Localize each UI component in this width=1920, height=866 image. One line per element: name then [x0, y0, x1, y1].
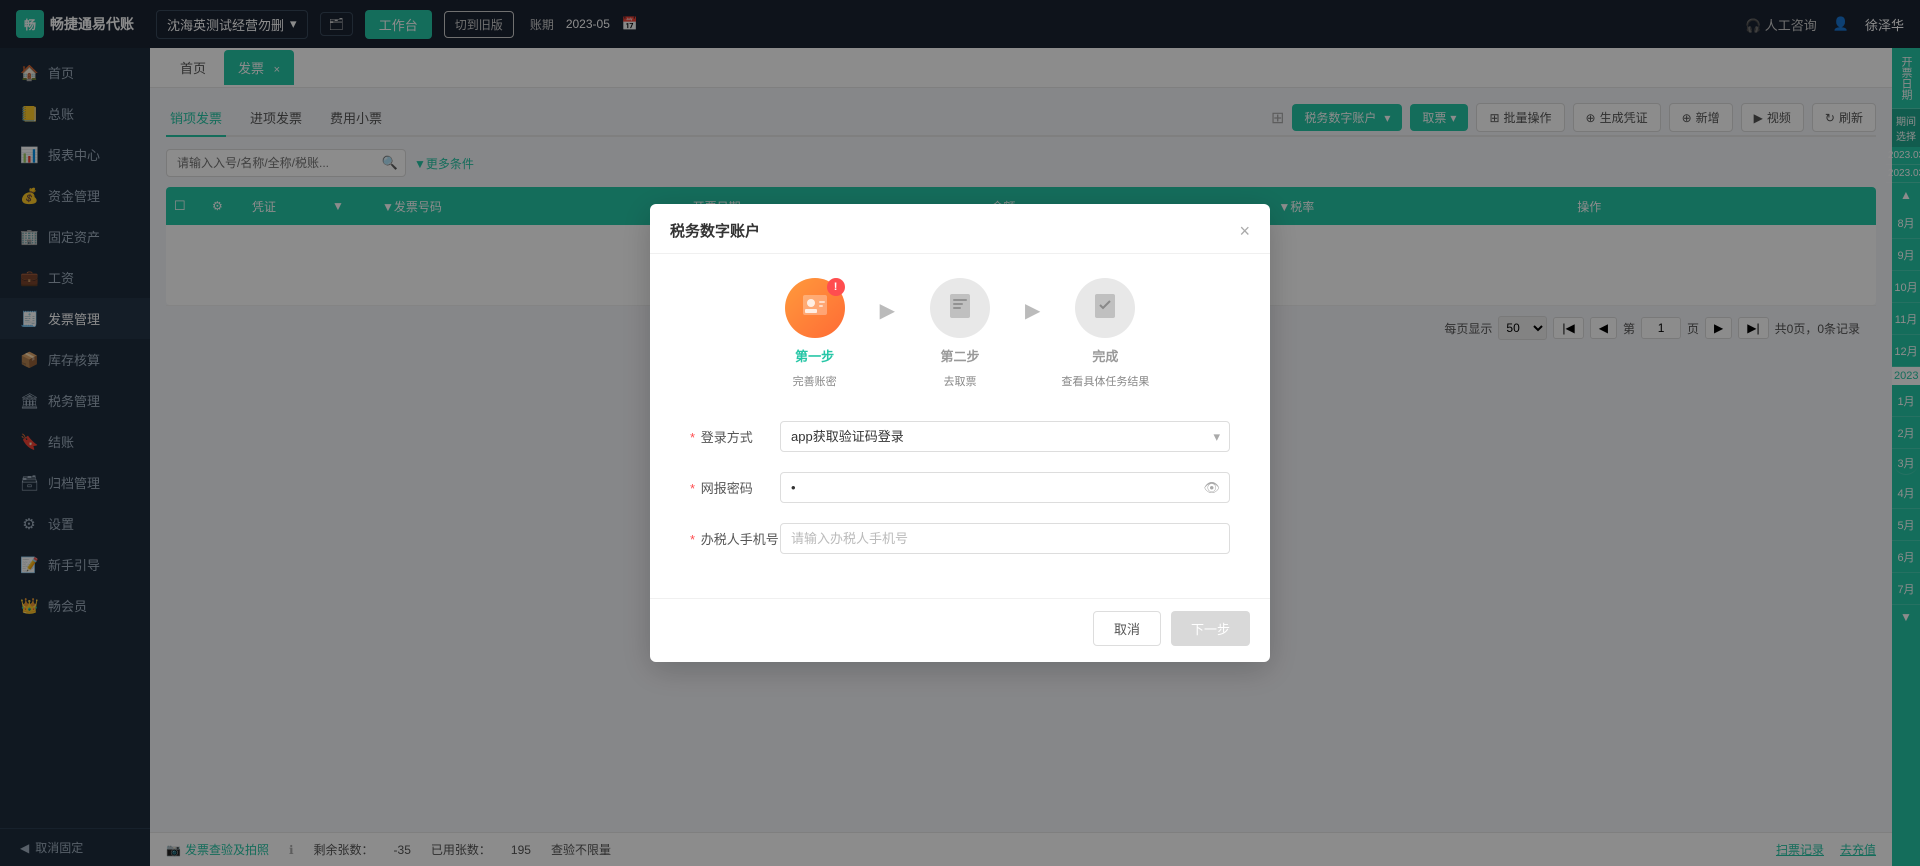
- login-method-label: * 登录方式: [690, 427, 780, 446]
- phone-control: [780, 523, 1230, 554]
- step-2-icon-wrap: [930, 278, 990, 338]
- phone-input[interactable]: [780, 523, 1230, 554]
- phone-required-star: *: [690, 532, 695, 547]
- modal-overlay: 税务数字账户 ×: [0, 0, 1920, 866]
- step-2-desc: 去取票: [944, 373, 977, 389]
- steps-row: ! 第一步 完善账密 ▶: [690, 278, 1230, 389]
- step-2-label: 第二步: [940, 346, 979, 365]
- step-arrow-1: ▶: [880, 298, 895, 323]
- modal-title: 税务数字账户: [670, 220, 760, 241]
- step-1-icon: [801, 291, 829, 325]
- login-method-control: app获取验证码登录 ▾: [780, 421, 1230, 452]
- tax-account-modal: 税务数字账户 ×: [650, 204, 1270, 662]
- step-2-icon: [946, 291, 974, 325]
- next-button[interactable]: 下一步: [1171, 611, 1250, 646]
- step-3-icon: [1091, 291, 1119, 325]
- step-arrow-2: ▶: [1025, 298, 1040, 323]
- modal-header: 税务数字账户 ×: [650, 204, 1270, 254]
- step-3-icon-wrap: [1075, 278, 1135, 338]
- login-required-star: *: [690, 430, 695, 445]
- eye-icon[interactable]: 👁: [1203, 480, 1220, 496]
- phone-label: * 办税人手机号: [690, 529, 780, 548]
- modal-footer: 取消 下一步: [650, 598, 1270, 662]
- phone-row: * 办税人手机号: [690, 523, 1230, 554]
- login-method-select[interactable]: app获取验证码登录: [780, 421, 1230, 452]
- modal-body: ! 第一步 完善账密 ▶: [650, 254, 1270, 598]
- password-input[interactable]: [780, 472, 1230, 503]
- step-3-desc: 查看具体任务结果: [1061, 373, 1149, 389]
- cancel-button[interactable]: 取消: [1093, 611, 1161, 646]
- login-method-row: * 登录方式 app获取验证码登录 ▾: [690, 421, 1230, 452]
- pw-required-star: *: [690, 481, 695, 496]
- step-1: ! 第一步 完善账密: [750, 278, 880, 389]
- step-1-desc: 完善账密: [793, 373, 837, 389]
- password-label: * 网报密码: [690, 478, 780, 497]
- password-row: * 网报密码 👁: [690, 472, 1230, 503]
- step-2: 第二步 去取票: [895, 278, 1025, 389]
- step-3-label: 完成: [1092, 346, 1118, 365]
- modal-close-button[interactable]: ×: [1239, 222, 1250, 240]
- step-3: 完成 查看具体任务结果: [1040, 278, 1170, 389]
- step-1-badge: !: [827, 278, 845, 296]
- password-control: 👁: [780, 472, 1230, 503]
- step-1-icon-wrap: !: [785, 278, 845, 338]
- step-1-label: 第一步: [795, 346, 834, 365]
